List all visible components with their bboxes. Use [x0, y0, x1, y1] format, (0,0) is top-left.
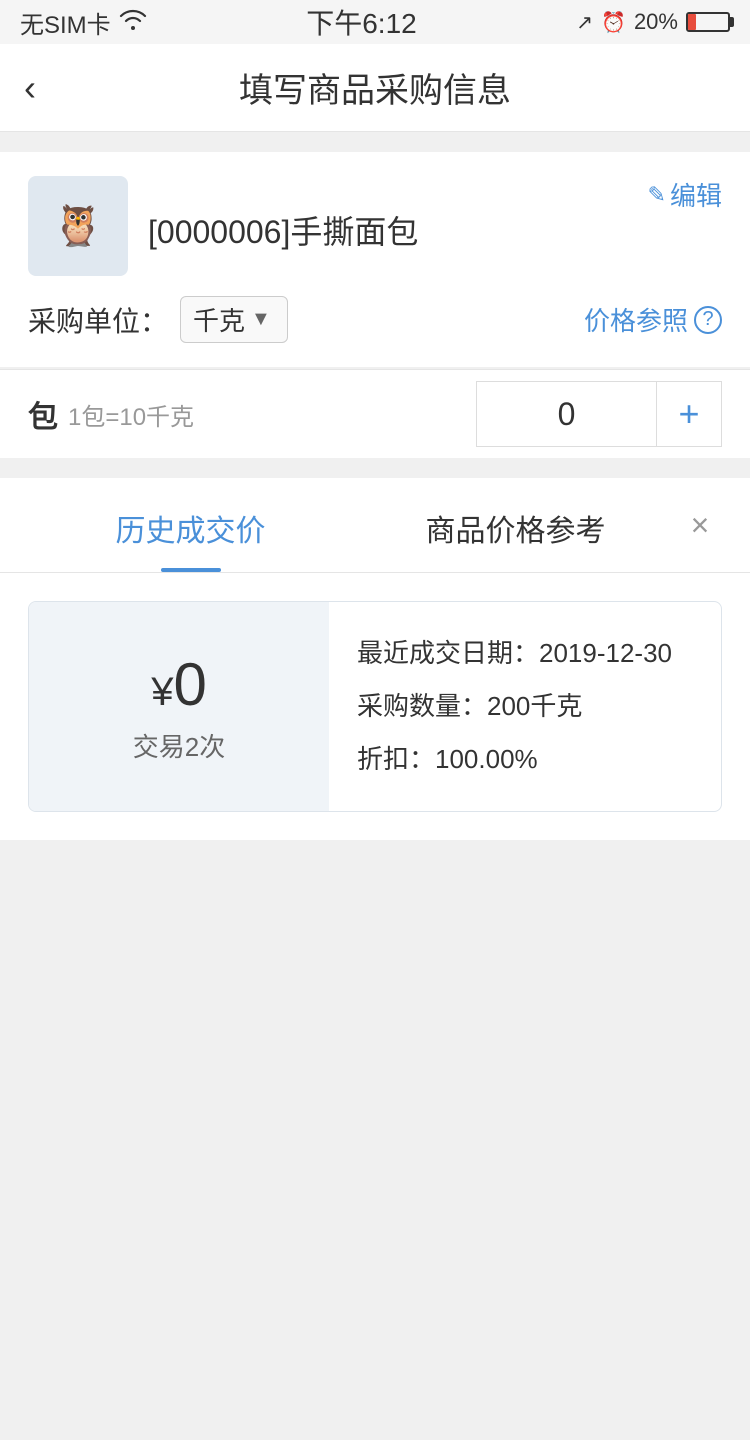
price-ref-button[interactable]: 价格参照 ? — [584, 301, 722, 338]
unit-dropdown-arrow: ▼ — [251, 308, 271, 331]
bottom-area — [0, 840, 750, 1440]
quantity-value: 0 — [558, 396, 576, 433]
quantity-section: 包 1包=10千克 0 + — [0, 369, 750, 458]
panel-close-button[interactable]: × — [678, 503, 722, 547]
currency-symbol: ¥ — [151, 670, 173, 714]
tab-bar: 历史成交价 商品价格参考 × — [0, 478, 750, 573]
alarm-icon: ⏰ — [601, 10, 626, 35]
status-left: 无SIM卡 — [20, 5, 147, 40]
edit-icon: ✎ — [648, 182, 666, 208]
price-amount: ¥0 — [151, 650, 207, 719]
back-button[interactable]: ‹ — [24, 67, 36, 109]
product-unit-row: 采购单位： 千克 ▼ 价格参照 ? — [28, 296, 722, 343]
transaction-count: 交易2次 — [133, 727, 225, 764]
quantity-plus-button[interactable]: + — [656, 381, 722, 447]
product-thumbnail: 🦉 — [28, 176, 128, 276]
price-detail-quantity: 采购数量：200千克 — [357, 687, 693, 726]
quantity-unit-badge: 包 — [28, 392, 58, 436]
price-summary-left: ¥0 交易2次 — [29, 602, 329, 811]
discount-label: 折扣： — [357, 744, 435, 774]
product-thumbnail-icon: 🦉 — [53, 206, 103, 246]
unit-value: 千克 — [193, 301, 245, 338]
price-detail-discount: 折扣：100.00% — [357, 740, 693, 779]
price-details-right: 最近成交日期：2019-12-30 采购数量：200千克 折扣：100.00% — [329, 602, 721, 811]
product-card: 🦉 [0000006]手撕面包 ✎ 编辑 采购单位： 千克 ▼ 价格参照 ? — [0, 152, 750, 367]
unit-label: 采购单位： — [28, 300, 168, 340]
edit-button[interactable]: ✎ 编辑 — [648, 176, 722, 213]
quantity-input[interactable]: 0 — [476, 381, 656, 447]
nav-bar: ‹ 填写商品采购信息 — [0, 44, 750, 132]
status-right: ↗ ⏰ 20% — [576, 9, 730, 35]
price-panel: 历史成交价 商品价格参考 × ¥0 交易2次 最近成交日期：2019-12-30… — [0, 478, 750, 840]
price-value: 0 — [173, 651, 206, 718]
quantity-row: 包 1包=10千克 0 + — [28, 370, 722, 458]
carrier-label: 无SIM卡 — [20, 5, 111, 40]
unit-conversion-label: 1包=10千克 — [68, 397, 194, 432]
product-left: 🦉 [0000006]手撕面包 — [28, 176, 418, 276]
battery-percent: 20% — [634, 9, 678, 35]
quantity-unit-info: 包 1包=10千克 — [28, 392, 194, 436]
price-ref-help-icon: ? — [694, 306, 722, 334]
tab-history-price[interactable]: 历史成交价 — [28, 478, 353, 572]
quantity-controls: 0 + — [476, 381, 722, 447]
price-detail-date: 最近成交日期：2019-12-30 — [357, 634, 693, 673]
battery-icon — [686, 12, 730, 32]
product-name: [0000006]手撕面包 — [148, 207, 418, 253]
price-ref-label: 价格参照 — [584, 301, 688, 338]
quantity-label: 采购数量： — [357, 691, 487, 721]
price-info-card: ¥0 交易2次 最近成交日期：2019-12-30 采购数量：200千克 折扣：… — [28, 601, 722, 812]
discount-value: 100.00% — [435, 744, 538, 774]
tab-price-reference[interactable]: 商品价格参考 — [353, 478, 678, 572]
quantity-detail-value: 200千克 — [487, 691, 582, 721]
product-header: 🦉 [0000006]手撕面包 ✎ 编辑 — [28, 176, 722, 276]
location-icon: ↗ — [576, 10, 593, 35]
date-value: 2019-12-30 — [539, 638, 672, 668]
unit-select[interactable]: 千克 ▼ — [180, 296, 288, 343]
status-time: 下午6:12 — [306, 2, 417, 42]
wifi-icon — [119, 8, 147, 37]
date-label: 最近成交日期： — [357, 638, 539, 668]
page-title: 填写商品采购信息 — [239, 63, 511, 112]
status-bar: 无SIM卡 下午6:12 ↗ ⏰ 20% — [0, 0, 750, 44]
price-info-section: ¥0 交易2次 最近成交日期：2019-12-30 采购数量：200千克 折扣：… — [0, 573, 750, 840]
